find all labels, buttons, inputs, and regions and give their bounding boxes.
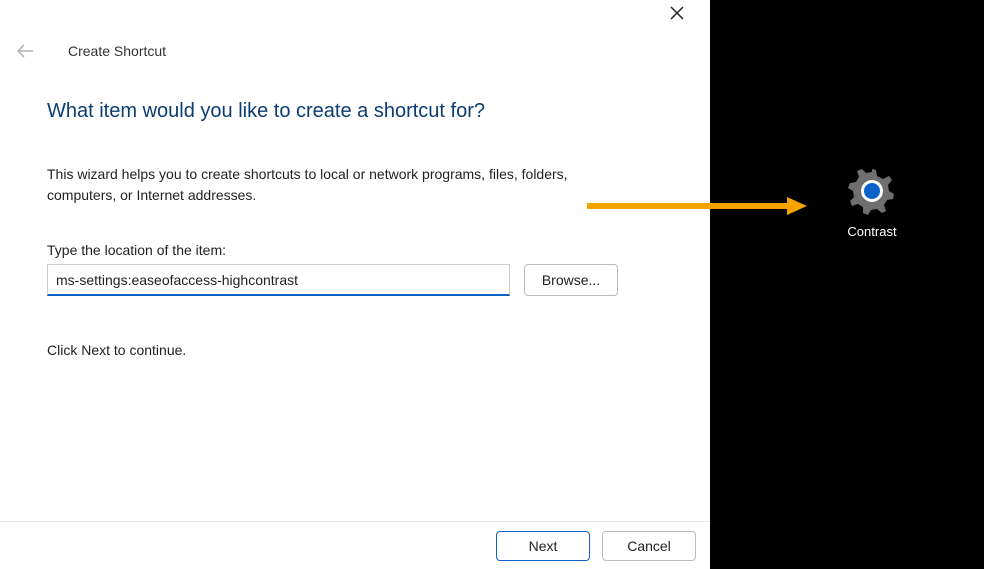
wizard-footer: Next Cancel bbox=[0, 521, 710, 569]
back-arrow-icon[interactable] bbox=[14, 40, 36, 62]
create-shortcut-wizard: Create Shortcut What item would you like… bbox=[0, 0, 710, 569]
browse-button[interactable]: Browse... bbox=[524, 264, 618, 296]
close-button[interactable] bbox=[662, 4, 692, 26]
desktop-shortcut-contrast[interactable]: Contrast bbox=[834, 166, 910, 239]
wizard-title: Create Shortcut bbox=[68, 43, 166, 59]
desktop-area: Contrast bbox=[710, 0, 984, 569]
location-input[interactable] bbox=[47, 264, 510, 296]
wizard-headline: What item would you like to create a sho… bbox=[47, 100, 485, 123]
location-label: Type the location of the item: bbox=[47, 242, 226, 258]
gear-icon bbox=[847, 166, 897, 216]
wizard-description: This wizard helps you to create shortcut… bbox=[47, 164, 617, 206]
close-icon bbox=[670, 6, 684, 25]
cancel-button[interactable]: Cancel bbox=[602, 531, 696, 561]
continue-instruction: Click Next to continue. bbox=[47, 342, 186, 358]
next-button[interactable]: Next bbox=[496, 531, 590, 561]
shortcut-label: Contrast bbox=[834, 224, 910, 239]
